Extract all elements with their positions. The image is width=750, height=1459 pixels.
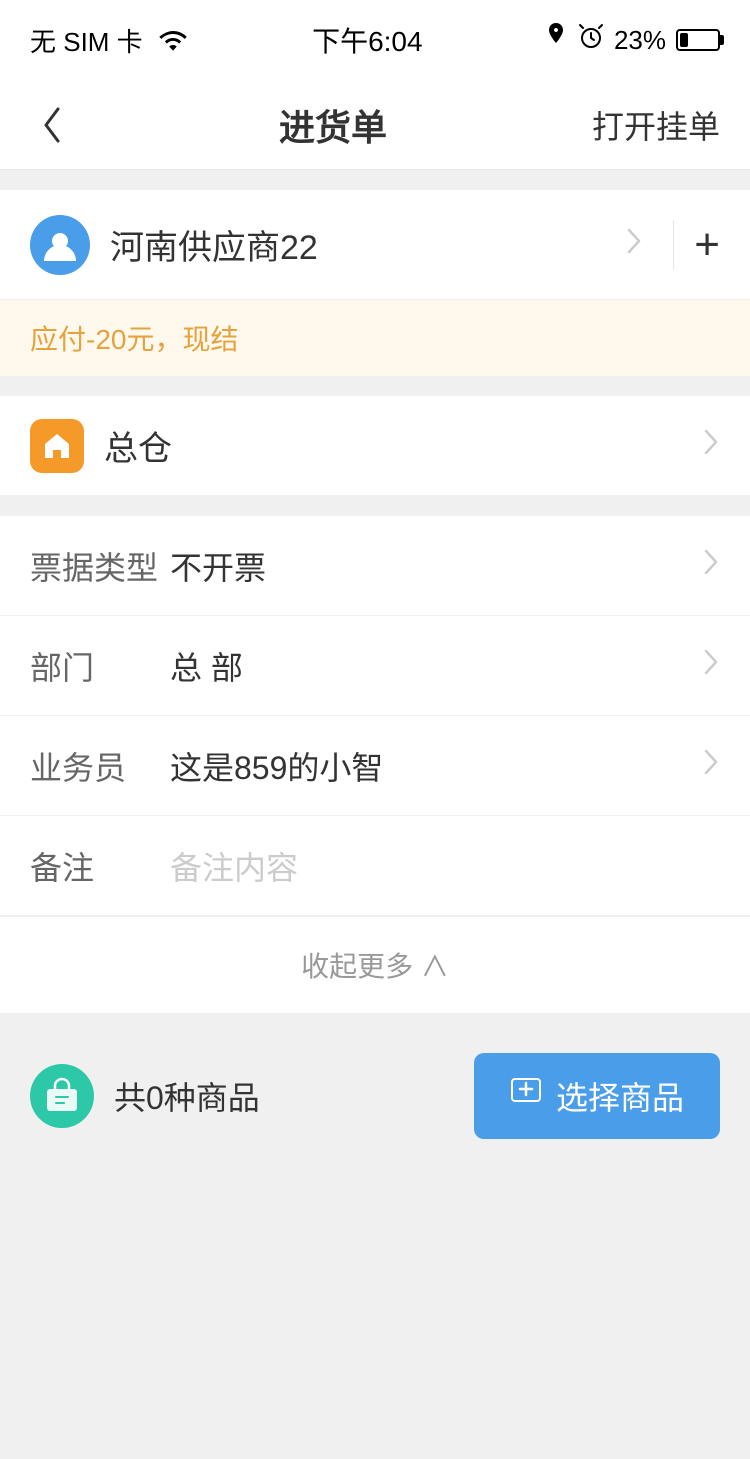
location-icon	[544, 23, 568, 58]
invoice-type-value: 不开票	[160, 543, 702, 589]
section-gap-1	[0, 170, 750, 190]
product-icon	[30, 1064, 94, 1128]
status-right: 23%	[544, 23, 720, 58]
salesperson-row[interactable]: 业务员 这是859的小智	[0, 716, 750, 816]
product-count-text: 共0种商品	[114, 1073, 474, 1119]
status-bar: 无 SIM 卡 下午6:04 23%	[0, 0, 750, 80]
nav-bar: 进货单 打开挂单	[0, 80, 750, 170]
remark-input[interactable]: 备注内容	[160, 843, 720, 889]
battery-icon	[676, 29, 720, 51]
battery-percent: 23%	[614, 25, 666, 56]
open-pending-button[interactable]: 打开挂单	[592, 102, 720, 148]
salesperson-label: 业务员	[30, 743, 160, 789]
select-product-button[interactable]: 选择商品	[474, 1053, 720, 1139]
supplier-name: 河南供应商22	[110, 220, 625, 269]
add-supplier-button[interactable]: +	[673, 220, 720, 270]
select-product-label: 选择商品	[556, 1073, 684, 1119]
page-title: 进货单	[279, 99, 387, 151]
section-gap-3	[0, 496, 750, 516]
select-product-icon	[510, 1077, 546, 1115]
warehouse-icon	[30, 419, 84, 473]
content-below	[0, 1159, 750, 1459]
notice-text: 应付-20元，现结	[30, 324, 238, 355]
invoice-type-row[interactable]: 票据类型 不开票	[0, 516, 750, 616]
status-time: 下午6:04	[312, 20, 423, 60]
sim-text: 无 SIM 卡	[30, 22, 143, 59]
warehouse-chevron-icon	[702, 427, 720, 465]
salesperson-value: 这是859的小智	[160, 743, 702, 789]
section-gap-2	[0, 376, 750, 396]
back-button[interactable]	[30, 95, 74, 155]
supplier-row[interactable]: 河南供应商22 +	[0, 190, 750, 300]
notice-bar: 应付-20元，现结	[0, 300, 750, 376]
department-row[interactable]: 部门 总 部	[0, 616, 750, 716]
remark-label: 备注	[30, 843, 160, 889]
warehouse-row[interactable]: 总仓	[0, 396, 750, 496]
supplier-avatar	[30, 215, 90, 275]
collapse-text: 收起更多 ∧	[301, 945, 449, 985]
section-gap-4	[0, 1013, 750, 1033]
collapse-row[interactable]: 收起更多 ∧	[0, 916, 750, 1013]
warehouse-name: 总仓	[104, 421, 702, 470]
alarm-icon	[578, 23, 604, 58]
status-left: 无 SIM 卡	[30, 22, 191, 59]
wifi-icon	[155, 23, 191, 58]
remark-row[interactable]: 备注 备注内容	[0, 816, 750, 916]
supplier-chevron-icon	[625, 226, 643, 264]
invoice-type-label: 票据类型	[30, 543, 160, 589]
department-chevron-icon	[702, 647, 720, 685]
department-value: 总 部	[160, 643, 702, 689]
salesperson-chevron-icon	[702, 747, 720, 785]
bottom-bar: 共0种商品 选择商品	[0, 1033, 750, 1159]
department-label: 部门	[30, 643, 160, 689]
invoice-type-chevron-icon	[702, 547, 720, 585]
